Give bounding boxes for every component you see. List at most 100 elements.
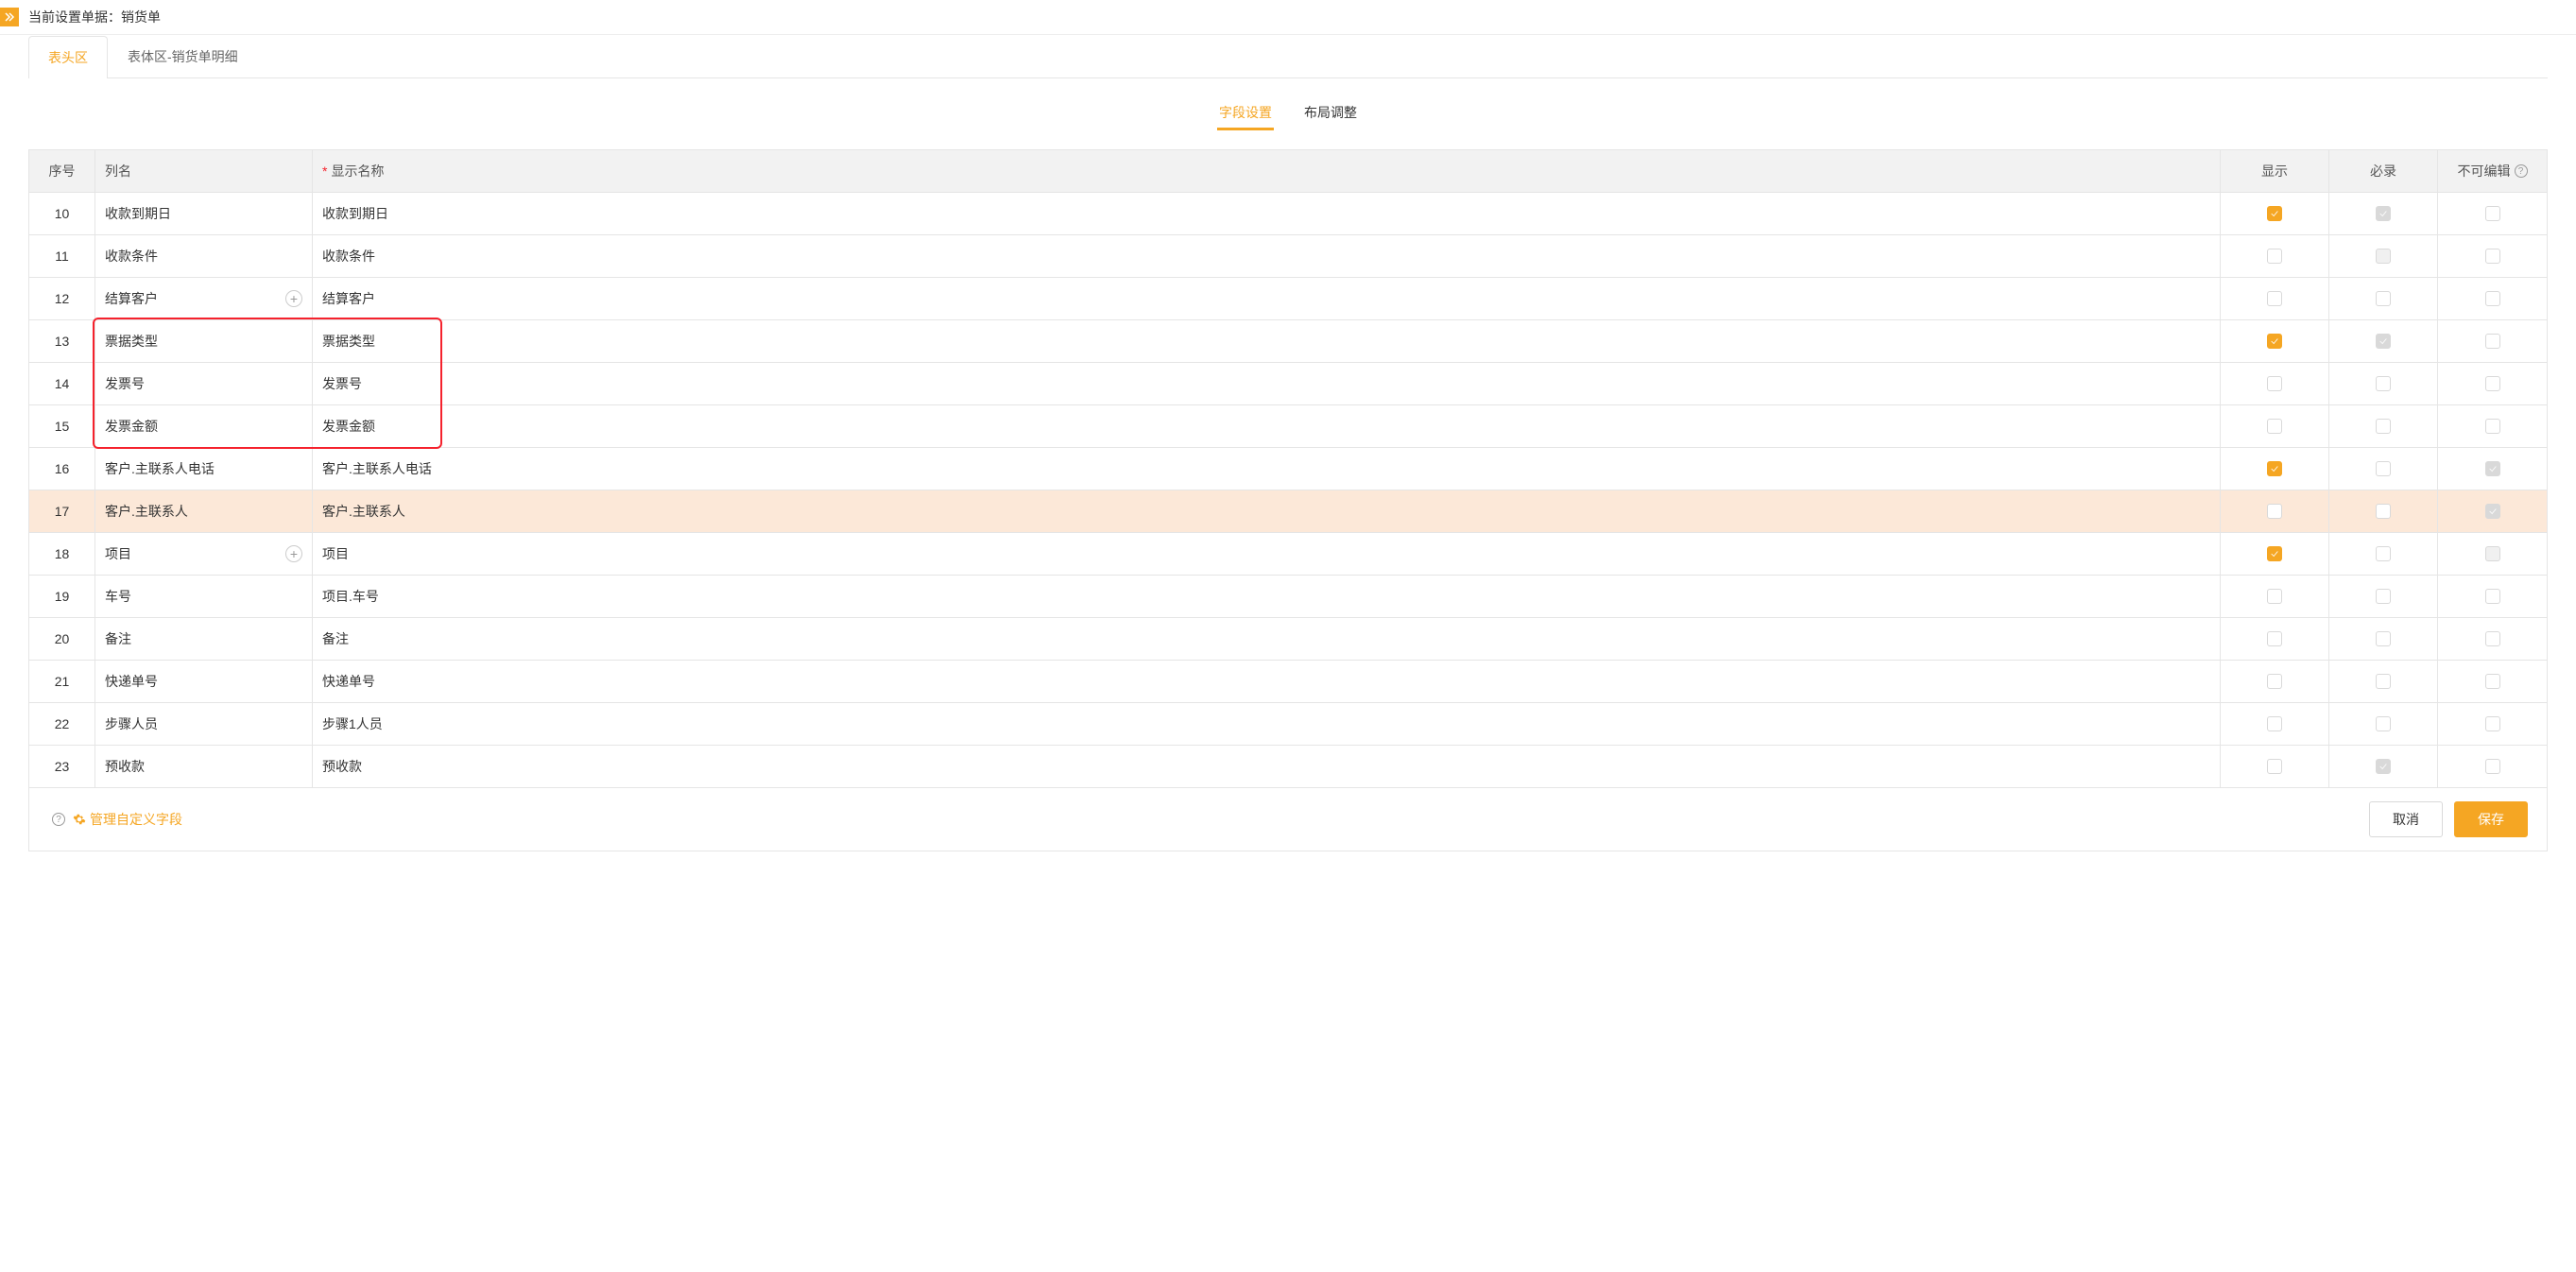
checkbox[interactable] — [2267, 291, 2282, 306]
cell-display-name[interactable]: 客户.主联系人 — [313, 490, 2221, 533]
cancel-button[interactable]: 取消 — [2369, 801, 2443, 837]
checkbox[interactable] — [2376, 716, 2391, 731]
checkbox[interactable] — [2267, 376, 2282, 391]
gear-icon — [73, 813, 86, 826]
checkbox[interactable] — [2376, 631, 2391, 646]
cell-readonly — [2438, 278, 2547, 320]
checkbox[interactable] — [2485, 291, 2500, 306]
checkbox[interactable] — [2485, 631, 2500, 646]
table-body: 10收款到期日收款到期日11收款条件收款条件12结算客户+结算客户13票据类型票… — [29, 193, 2547, 788]
checkbox[interactable] — [2267, 759, 2282, 774]
area-tab[interactable]: 表头区 — [28, 36, 108, 78]
cell-display-name[interactable]: 步骤1人员 — [313, 703, 2221, 746]
cell-required — [2329, 320, 2438, 363]
add-icon[interactable]: + — [285, 545, 302, 562]
cell-display-name[interactable]: 快递单号 — [313, 661, 2221, 703]
table-row[interactable]: 15发票金额发票金额 — [29, 405, 2547, 448]
cell-display-name[interactable]: 预收款 — [313, 746, 2221, 788]
cell-display-name[interactable]: 结算客户 — [313, 278, 2221, 320]
checkbox[interactable] — [2267, 631, 2282, 646]
cell-display-name[interactable]: 项目 — [313, 533, 2221, 576]
checkbox[interactable] — [2267, 249, 2282, 264]
checkbox[interactable] — [2376, 589, 2391, 604]
col-header-display: * 显示名称 — [313, 150, 2221, 193]
table-row[interactable]: 22步骤人员步骤1人员 — [29, 703, 2547, 746]
checkbox[interactable] — [2485, 759, 2500, 774]
table-row[interactable]: 23预收款预收款 — [29, 746, 2547, 788]
checkbox[interactable] — [2267, 419, 2282, 434]
area-tab[interactable]: 表体区-销货单明细 — [108, 35, 258, 77]
add-icon[interactable]: + — [285, 290, 302, 307]
table-row[interactable]: 21快递单号快递单号 — [29, 661, 2547, 703]
cell-required — [2329, 448, 2438, 490]
checkbox[interactable] — [2485, 419, 2500, 434]
table-row[interactable]: 12结算客户+结算客户 — [29, 278, 2547, 320]
cell-display-name[interactable]: 收款到期日 — [313, 193, 2221, 235]
cell-display-name[interactable]: 票据类型 — [313, 320, 2221, 363]
checkbox[interactable] — [2485, 674, 2500, 689]
col-header-seq: 序号 — [29, 150, 95, 193]
cell-readonly — [2438, 703, 2547, 746]
checkbox[interactable] — [2485, 589, 2500, 604]
checkbox[interactable] — [2376, 419, 2391, 434]
field-table: 序号 列名 * 显示名称 显示 必录 不可编辑 ? 10收款到期日收款到期日11… — [28, 149, 2548, 788]
table-row[interactable]: 11收款条件收款条件 — [29, 235, 2547, 278]
table-row[interactable]: 19车号项目.车号 — [29, 576, 2547, 618]
checkbox[interactable] — [2267, 674, 2282, 689]
cell-display-name[interactable]: 发票号 — [313, 363, 2221, 405]
checkbox[interactable] — [2267, 546, 2282, 561]
checkbox[interactable] — [2267, 206, 2282, 221]
cell-seq: 15 — [29, 405, 95, 448]
checkbox[interactable] — [2376, 546, 2391, 561]
cell-seq: 23 — [29, 746, 95, 788]
checkbox[interactable] — [2267, 334, 2282, 349]
table-row[interactable]: 14发票号发票号 — [29, 363, 2547, 405]
help-icon[interactable]: ? — [52, 813, 65, 826]
cell-name: 发票金额 — [95, 405, 313, 448]
checkbox[interactable] — [2267, 716, 2282, 731]
table-row[interactable]: 13票据类型票据类型 — [29, 320, 2547, 363]
checkbox[interactable] — [2376, 291, 2391, 306]
checkbox[interactable] — [2485, 249, 2500, 264]
cell-required — [2329, 746, 2438, 788]
checkbox[interactable] — [2267, 589, 2282, 604]
table-row[interactable]: 20备注备注 — [29, 618, 2547, 661]
cell-display-name[interactable]: 客户.主联系人电话 — [313, 448, 2221, 490]
cell-seq: 20 — [29, 618, 95, 661]
table-row[interactable]: 17客户.主联系人客户.主联系人 — [29, 490, 2547, 533]
cell-name: 收款到期日 — [95, 193, 313, 235]
checkbox[interactable] — [2376, 461, 2391, 476]
cell-name: 预收款 — [95, 746, 313, 788]
table-row[interactable]: 10收款到期日收款到期日 — [29, 193, 2547, 235]
cell-seq: 14 — [29, 363, 95, 405]
help-icon[interactable]: ? — [2515, 164, 2528, 178]
manage-custom-fields-link[interactable]: 管理自定义字段 — [73, 810, 182, 829]
cell-display-name[interactable]: 项目.车号 — [313, 576, 2221, 618]
checkbox[interactable] — [2267, 504, 2282, 519]
checkbox — [2485, 461, 2500, 476]
checkbox[interactable] — [2267, 461, 2282, 476]
checkbox — [2485, 546, 2500, 561]
cell-name: 票据类型 — [95, 320, 313, 363]
table-row[interactable]: 16客户.主联系人电话客户.主联系人电话 — [29, 448, 2547, 490]
table-row[interactable]: 18项目+项目 — [29, 533, 2547, 576]
checkbox[interactable] — [2485, 376, 2500, 391]
table-header: 序号 列名 * 显示名称 显示 必录 不可编辑 ? — [29, 150, 2547, 193]
cell-display-name[interactable]: 收款条件 — [313, 235, 2221, 278]
checkbox[interactable] — [2485, 334, 2500, 349]
checkbox[interactable] — [2376, 376, 2391, 391]
cell-show — [2221, 235, 2329, 278]
checkbox[interactable] — [2485, 206, 2500, 221]
checkbox[interactable] — [2485, 716, 2500, 731]
checkbox[interactable] — [2376, 674, 2391, 689]
cell-display-name[interactable]: 备注 — [313, 618, 2221, 661]
cell-readonly — [2438, 661, 2547, 703]
save-button[interactable]: 保存 — [2454, 801, 2528, 837]
cell-show — [2221, 533, 2329, 576]
cell-display-name[interactable]: 发票金额 — [313, 405, 2221, 448]
sub-tab[interactable]: 字段设置 — [1217, 97, 1274, 130]
collapse-panel-button[interactable] — [0, 8, 19, 26]
sub-tab[interactable]: 布局调整 — [1302, 97, 1359, 130]
checkbox — [2376, 334, 2391, 349]
checkbox[interactable] — [2376, 504, 2391, 519]
